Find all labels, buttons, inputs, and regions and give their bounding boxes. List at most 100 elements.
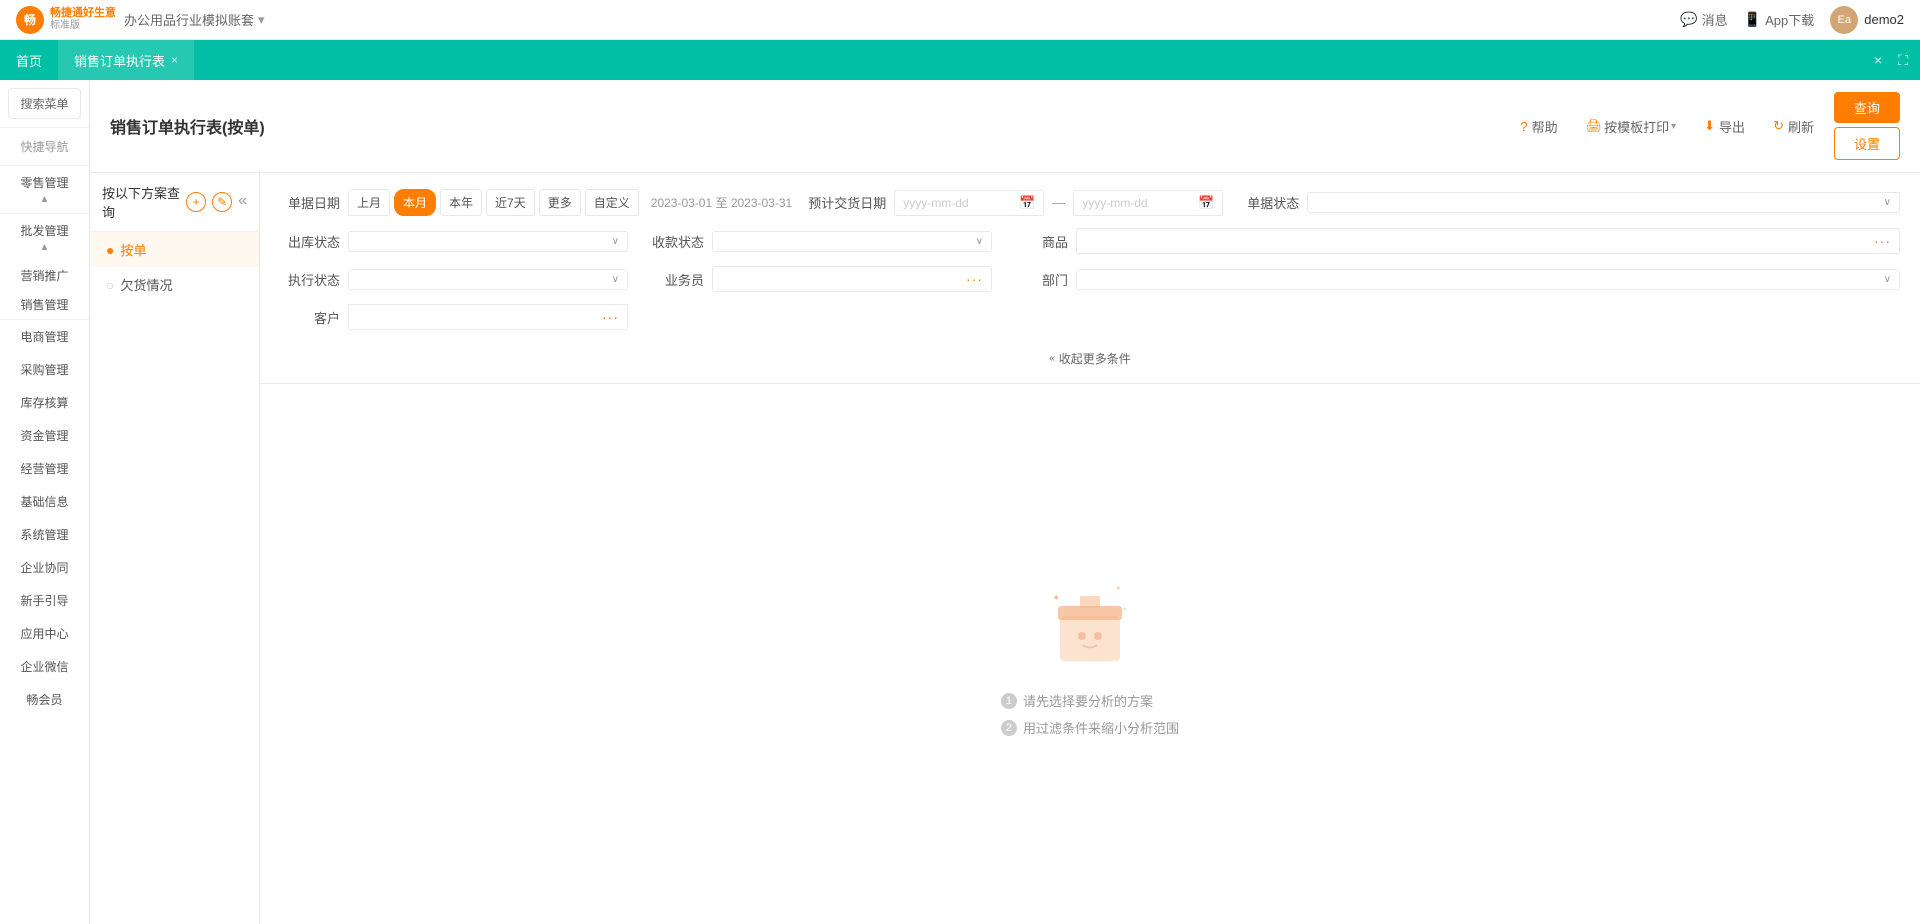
sidebar-quick-nav: 快捷导航 — [0, 128, 89, 166]
right-content: 单据日期 上月 本月 本年 近7天 更多 自定义 2023-03-01 至 20… — [260, 173, 1920, 924]
dept-dropdown-icon: ∨ — [1884, 274, 1891, 285]
payment-status-dropdown-icon: ∨ — [976, 236, 983, 247]
left-panel: 按以下方案查询 + ✎ « ● 按单 ○ 欠货情况 — [90, 173, 260, 924]
filter-date-item: 单据日期 上月 本月 本年 近7天 更多 自定义 2023-03-01 至 20… — [280, 189, 792, 216]
expected-date-label: 预计交货日期 — [808, 193, 886, 212]
svg-text:✦: ✦ — [1052, 593, 1060, 604]
empty-tip-1: 1 请先选择要分析的方案 — [1001, 691, 1179, 710]
filter-row-2: 出库状态 ∨ 收款状态 ∨ — [280, 228, 1900, 254]
refresh-button[interactable]: ↻ 刷新 — [1765, 113, 1822, 140]
breadcrumb-dropdown-icon[interactable]: ▾ — [258, 12, 265, 28]
filter-area: 单据日期 上月 本月 本年 近7天 更多 自定义 2023-03-01 至 20… — [260, 173, 1920, 384]
settings-button[interactable]: 设置 — [1834, 127, 1900, 160]
dept-label: 部门 — [1008, 270, 1068, 289]
content-area: 销售订单执行表(按单) ? 帮助 🖨 按模板打印 ▾ ⬇ 导出 ↻ 刷新 — [90, 80, 1920, 924]
sidebar-item-new-guide[interactable]: 新手引导 — [0, 584, 89, 617]
export-button[interactable]: ⬇ 导出 — [1696, 113, 1753, 140]
nav-window-expand-icon[interactable]: ⛶ — [1894, 48, 1912, 73]
tip-num-2: 2 — [1001, 720, 1017, 736]
filter-row-4: 客户 ··· — [280, 304, 1900, 330]
query-button[interactable]: 查询 — [1834, 92, 1900, 123]
sidebar-item-finance[interactable]: 资金管理 — [0, 419, 89, 452]
filter-exec-status-item: 执行状态 ∨ — [280, 269, 628, 290]
salesperson-ellipsis-icon[interactable]: ··· — [966, 271, 983, 287]
date-range-display: 2023-03-01 至 2023-03-31 — [651, 194, 792, 211]
customer-ellipsis-icon[interactable]: ··· — [602, 309, 619, 325]
sidebar-item-operations[interactable]: 经营管理 — [0, 452, 89, 485]
salesperson-label: 业务员 — [644, 270, 704, 289]
exec-status-select[interactable]: ∨ — [348, 269, 628, 290]
sidebar-item-enterprise-wechat[interactable]: 企业微信 — [0, 650, 89, 683]
date-btn-this-year[interactable]: 本年 — [440, 189, 482, 216]
payment-status-select[interactable]: ∨ — [712, 231, 992, 252]
sidebar-group-retail: 零售管理 ▲ — [0, 166, 89, 214]
filter-salesperson-item: 业务员 ··· — [644, 266, 992, 292]
product-label: 商品 — [1008, 232, 1068, 251]
date-btn-last-7-days[interactable]: 近7天 — [486, 189, 535, 216]
user-profile[interactable]: Ea demo2 — [1830, 6, 1904, 34]
date-btn-more[interactable]: 更多 — [539, 189, 581, 216]
query-settings-group: 查询 设置 — [1834, 92, 1900, 160]
filter-row-1: 单据日期 上月 本月 本年 近7天 更多 自定义 2023-03-01 至 20… — [280, 189, 1900, 216]
panel-item-by-order[interactable]: ● 按单 — [90, 232, 259, 267]
salesperson-select[interactable]: ··· — [712, 266, 992, 292]
expected-date-from-input[interactable]: yyyy-mm-dd 📅 — [894, 190, 1044, 216]
sidebar-item-basic-info[interactable]: 基础信息 — [0, 485, 89, 518]
sidebar-item-sales[interactable]: 销售管理 — [0, 290, 89, 319]
sidebar-item-wholesale[interactable]: 批发管理 ▲ — [0, 214, 89, 261]
filter-expected-date-item: 预计交货日期 yyyy-mm-dd 📅 — yyyy-mm-dd 📅 — [808, 190, 1223, 216]
empty-content: ✦ ✦ ✦ 1 请先选择 — [1001, 571, 1179, 737]
svg-text:✦: ✦ — [1115, 584, 1122, 593]
top-bar-right: 💬 消息 📱 App下载 Ea demo2 — [1680, 6, 1904, 34]
search-menu-button[interactable]: 搜索菜单 — [8, 88, 81, 119]
message-button[interactable]: 💬 消息 — [1680, 10, 1727, 29]
print-button[interactable]: 🖨 按模板打印 ▾ — [1578, 113, 1685, 140]
date-btn-this-month[interactable]: 本月 — [394, 189, 436, 216]
sidebar-item-purchase[interactable]: 采购管理 — [0, 353, 89, 386]
nav-tab-home[interactable]: 首页 — [0, 40, 58, 80]
sidebar-item-marketing[interactable]: 营销推广 — [0, 261, 89, 290]
sidebar-item-membership[interactable]: 畅会员 — [0, 683, 89, 716]
logo-icon: 畅 — [16, 6, 44, 34]
filter-payment-status-item: 收款状态 ∨ — [644, 231, 992, 252]
app-download-button[interactable]: 📱 App下载 — [1744, 10, 1815, 29]
status-label: 单据状态 — [1239, 193, 1299, 212]
sidebar-item-enterprise-collab[interactable]: 企业协同 — [0, 551, 89, 584]
sidebar-item-app-center[interactable]: 应用中心 — [0, 617, 89, 650]
left-panel-add-button[interactable]: + — [186, 192, 206, 212]
nav-tab-sales-order[interactable]: 销售订单执行表 × — [58, 40, 194, 80]
panel-item-shortage[interactable]: ○ 欠货情况 — [90, 267, 259, 302]
date-btn-custom[interactable]: 自定义 — [585, 189, 639, 216]
nav-window-close-icon[interactable]: × — [1870, 48, 1886, 72]
nav-tab-close-icon[interactable]: × — [171, 53, 178, 67]
filter-product-item: 商品 ··· — [1008, 228, 1900, 254]
empty-illustration: ✦ ✦ ✦ — [1040, 571, 1140, 671]
message-icon: 💬 — [1680, 11, 1697, 28]
collapse-more-button[interactable]: « 收起更多条件 — [280, 342, 1900, 375]
left-panel-icons: + ✎ « — [186, 192, 247, 212]
top-bar: 畅 畅捷通好生意 标准版 办公用品行业模拟账套 ▾ 💬 消息 📱 App下载 E… — [0, 0, 1920, 40]
shipment-status-select[interactable]: ∨ — [348, 231, 628, 252]
print-dropdown-icon[interactable]: ▾ — [1671, 121, 1676, 132]
left-panel-edit-button[interactable]: ✎ — [212, 192, 232, 212]
dept-select[interactable]: ∨ — [1076, 269, 1900, 290]
sidebar-item-ecommerce[interactable]: 电商管理 — [0, 320, 89, 353]
export-icon: ⬇ — [1704, 118, 1715, 134]
logo-text: 畅捷通好生意 标准版 — [50, 7, 116, 32]
product-select[interactable]: ··· — [1076, 228, 1900, 254]
left-panel-collapse-button[interactable]: « — [238, 192, 247, 212]
sidebar-item-inventory[interactable]: 库存核算 — [0, 386, 89, 419]
expected-date-to-input[interactable]: yyyy-mm-dd 📅 — [1073, 190, 1223, 216]
breadcrumb: 办公用品行业模拟账套 ▾ — [124, 10, 265, 29]
left-panel-header: 按以下方案查询 + ✎ « — [90, 173, 259, 232]
product-ellipsis-icon[interactable]: ··· — [1874, 233, 1891, 249]
customer-select[interactable]: ··· — [348, 304, 628, 330]
status-select[interactable]: ∨ — [1307, 192, 1900, 213]
sidebar-item-retail[interactable]: 零售管理 ▲ — [0, 166, 89, 213]
empty-tip-2: 2 用过滤条件来缩小分析范围 — [1001, 718, 1179, 737]
wholesale-arrow-icon: ▲ — [40, 242, 50, 253]
page-title: 销售订单执行表(按单) — [110, 114, 265, 150]
help-button[interactable]: ? 帮助 — [1512, 113, 1565, 140]
date-btn-last-month[interactable]: 上月 — [348, 189, 390, 216]
sidebar-item-system[interactable]: 系统管理 — [0, 518, 89, 551]
